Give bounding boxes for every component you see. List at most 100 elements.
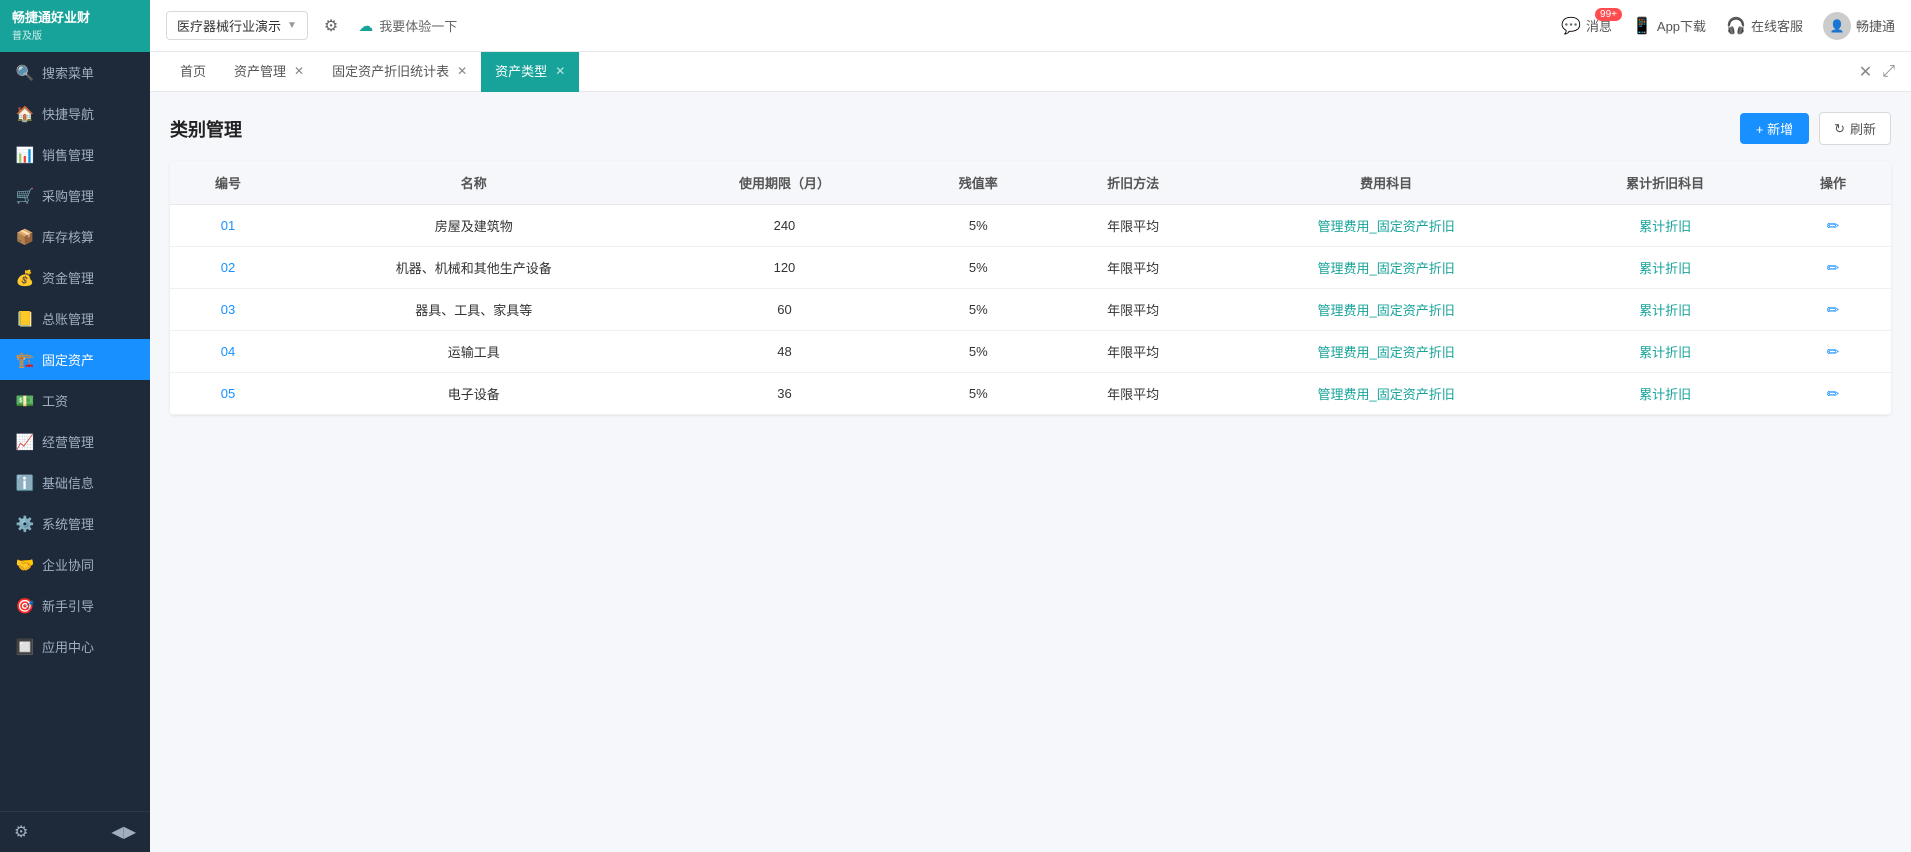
sidebar-item-fixed-assets[interactable]: 🏗️ 固定资产	[0, 339, 150, 380]
sidebar-item-guide[interactable]: 🎯 新手引导	[0, 585, 150, 626]
user-menu[interactable]: 👤 畅捷通	[1823, 12, 1895, 40]
settings-icon[interactable]: ⚙	[14, 822, 28, 842]
tab-depreciation-close[interactable]: ✕	[457, 64, 467, 78]
gear-icon[interactable]: ⚙	[324, 16, 338, 36]
cell-expense: 管理费用_固定资产折旧	[1217, 247, 1555, 289]
messages-button[interactable]: 💬 消息 99+	[1561, 16, 1612, 36]
funds-icon: 💰	[16, 269, 34, 287]
message-icon: 💬	[1561, 16, 1581, 36]
edit-icon[interactable]: ✏	[1827, 260, 1840, 277]
cell-name: 房屋及建筑物	[286, 205, 662, 247]
new-button[interactable]: + 新增	[1740, 113, 1809, 144]
collapse-icon[interactable]: ◀▶	[111, 822, 136, 842]
cell-action[interactable]: ✏	[1775, 373, 1891, 415]
sidebar-item-inventory[interactable]: 📦 库存核算	[0, 216, 150, 257]
sidebar: 畅捷通好业财 普及版 🔍 搜索菜单 🏠 快捷导航 📊 销售管理 🛒 采购管理 📦…	[0, 0, 150, 852]
sidebar-item-funds[interactable]: 💰 资金管理	[0, 257, 150, 298]
cell-accumulated: 累计折旧	[1555, 247, 1775, 289]
sidebar-item-label: 采购管理	[42, 186, 94, 205]
cloud-icon: ☁	[358, 17, 373, 35]
cell-code: 04	[170, 331, 286, 373]
tab-depreciation-label: 固定资产折旧统计表	[332, 61, 449, 80]
sidebar-item-purchase[interactable]: 🛒 采购管理	[0, 175, 150, 216]
topbar-right: 💬 消息 99+ 📱 App下载 🎧 在线客服 👤 畅捷通	[1561, 12, 1895, 40]
tab-asset-mgmt[interactable]: 资产管理 ✕	[220, 52, 318, 92]
sidebar-item-sales[interactable]: 📊 销售管理	[0, 134, 150, 175]
col-residual: 残值率	[907, 161, 1049, 205]
tab-asset-mgmt-close[interactable]: ✕	[294, 64, 304, 78]
table-row: 04 运输工具 48 5% 年限平均 管理费用_固定资产折旧 累计折旧 ✏	[170, 331, 1891, 373]
cell-code: 05	[170, 373, 286, 415]
system-icon: ⚙️	[16, 515, 34, 533]
edit-icon[interactable]: ✏	[1827, 386, 1840, 403]
refresh-icon: ↻	[1834, 121, 1845, 137]
col-period: 使用期限（月）	[662, 161, 908, 205]
sidebar-item-label: 工资	[42, 391, 68, 410]
tab-close-window-icon[interactable]: ✕	[1859, 62, 1872, 82]
page-title: 类别管理	[170, 116, 242, 142]
cell-method: 年限平均	[1049, 289, 1217, 331]
cell-period: 48	[662, 331, 908, 373]
app-center-icon: 🔲	[16, 638, 34, 656]
sidebar-item-search[interactable]: 🔍 搜索菜单	[0, 52, 150, 93]
table-row: 03 器具、工具、家具等 60 5% 年限平均 管理费用_固定资产折旧 累计折旧…	[170, 289, 1891, 331]
chevron-down-icon: ▼	[287, 20, 297, 31]
home-icon: 🏠	[16, 105, 34, 123]
cell-method: 年限平均	[1049, 331, 1217, 373]
sidebar-item-app-center[interactable]: 🔲 应用中心	[0, 626, 150, 667]
cell-action[interactable]: ✏	[1775, 331, 1891, 373]
tab-expand-icon[interactable]: ⤢	[1882, 63, 1895, 81]
sidebar-item-salary[interactable]: 💵 工资	[0, 380, 150, 421]
cell-action[interactable]: ✏	[1775, 247, 1891, 289]
sidebar-item-quick-nav[interactable]: 🏠 快捷导航	[0, 93, 150, 134]
sidebar-item-label: 快捷导航	[42, 104, 94, 123]
tab-depreciation-table[interactable]: 固定资产折旧统计表 ✕	[318, 52, 481, 92]
edit-icon[interactable]: ✏	[1827, 344, 1840, 361]
content-area: 类别管理 + 新增 ↻ 刷新 编号 名称 使用期限（月） 残值率 折旧方法	[150, 92, 1911, 852]
salary-icon: 💵	[16, 392, 34, 410]
cell-action[interactable]: ✏	[1775, 289, 1891, 331]
refresh-button[interactable]: ↻ 刷新	[1819, 112, 1891, 145]
tab-asset-type-close[interactable]: ✕	[555, 64, 565, 78]
sidebar-item-basic-info[interactable]: ℹ️ 基础信息	[0, 462, 150, 503]
app-download-button[interactable]: 📱 App下载	[1632, 16, 1706, 36]
sidebar-scroll: 🔍 搜索菜单 🏠 快捷导航 📊 销售管理 🛒 采购管理 📦 库存核算 💰 资金管…	[0, 52, 150, 811]
sidebar-item-ledger[interactable]: 📒 总账管理	[0, 298, 150, 339]
cell-code: 02	[170, 247, 286, 289]
tab-home[interactable]: 首页	[166, 52, 220, 92]
main-area: 医疗器械行业演示 ▼ ⚙ ☁ 我要体验一下 💬 消息 99+ 📱 App下载 🎧…	[150, 0, 1911, 852]
online-service-button[interactable]: 🎧 在线客服	[1726, 16, 1803, 36]
cell-code: 01	[170, 205, 286, 247]
inventory-icon: 📦	[16, 228, 34, 246]
operations-icon: 📈	[16, 433, 34, 451]
sidebar-item-operations[interactable]: 📈 经营管理	[0, 421, 150, 462]
cell-name: 运输工具	[286, 331, 662, 373]
tab-asset-type[interactable]: 资产类型 ✕	[481, 52, 579, 92]
industry-selector[interactable]: 医疗器械行业演示 ▼	[166, 11, 308, 40]
sidebar-item-label: 应用中心	[42, 637, 94, 656]
table-row: 02 机器、机械和其他生产设备 120 5% 年限平均 管理费用_固定资产折旧 …	[170, 247, 1891, 289]
cell-expense: 管理费用_固定资产折旧	[1217, 289, 1555, 331]
edit-icon[interactable]: ✏	[1827, 302, 1840, 319]
experience-button[interactable]: ☁ 我要体验一下	[358, 16, 457, 35]
cell-action[interactable]: ✏	[1775, 205, 1891, 247]
app-download-label: App下载	[1657, 16, 1706, 35]
fixed-assets-icon: 🏗️	[16, 351, 34, 369]
ledger-icon: 📒	[16, 310, 34, 328]
sidebar-item-label: 搜索菜单	[42, 63, 94, 82]
cell-expense: 管理费用_固定资产折旧	[1217, 331, 1555, 373]
sidebar-item-label: 企业协同	[42, 555, 94, 574]
sidebar-item-enterprise[interactable]: 🤝 企业协同	[0, 544, 150, 585]
cell-expense: 管理费用_固定资产折旧	[1217, 205, 1555, 247]
col-code: 编号	[170, 161, 286, 205]
header-actions: + 新增 ↻ 刷新	[1740, 112, 1891, 145]
cell-accumulated: 累计折旧	[1555, 205, 1775, 247]
sidebar-item-label: 新手引导	[42, 596, 94, 615]
cell-name: 机器、机械和其他生产设备	[286, 247, 662, 289]
cell-residual: 5%	[907, 331, 1049, 373]
headset-icon: 🎧	[1726, 16, 1746, 36]
sidebar-item-label: 销售管理	[42, 145, 94, 164]
edit-icon[interactable]: ✏	[1827, 218, 1840, 235]
sidebar-item-system[interactable]: ⚙️ 系统管理	[0, 503, 150, 544]
cell-residual: 5%	[907, 247, 1049, 289]
